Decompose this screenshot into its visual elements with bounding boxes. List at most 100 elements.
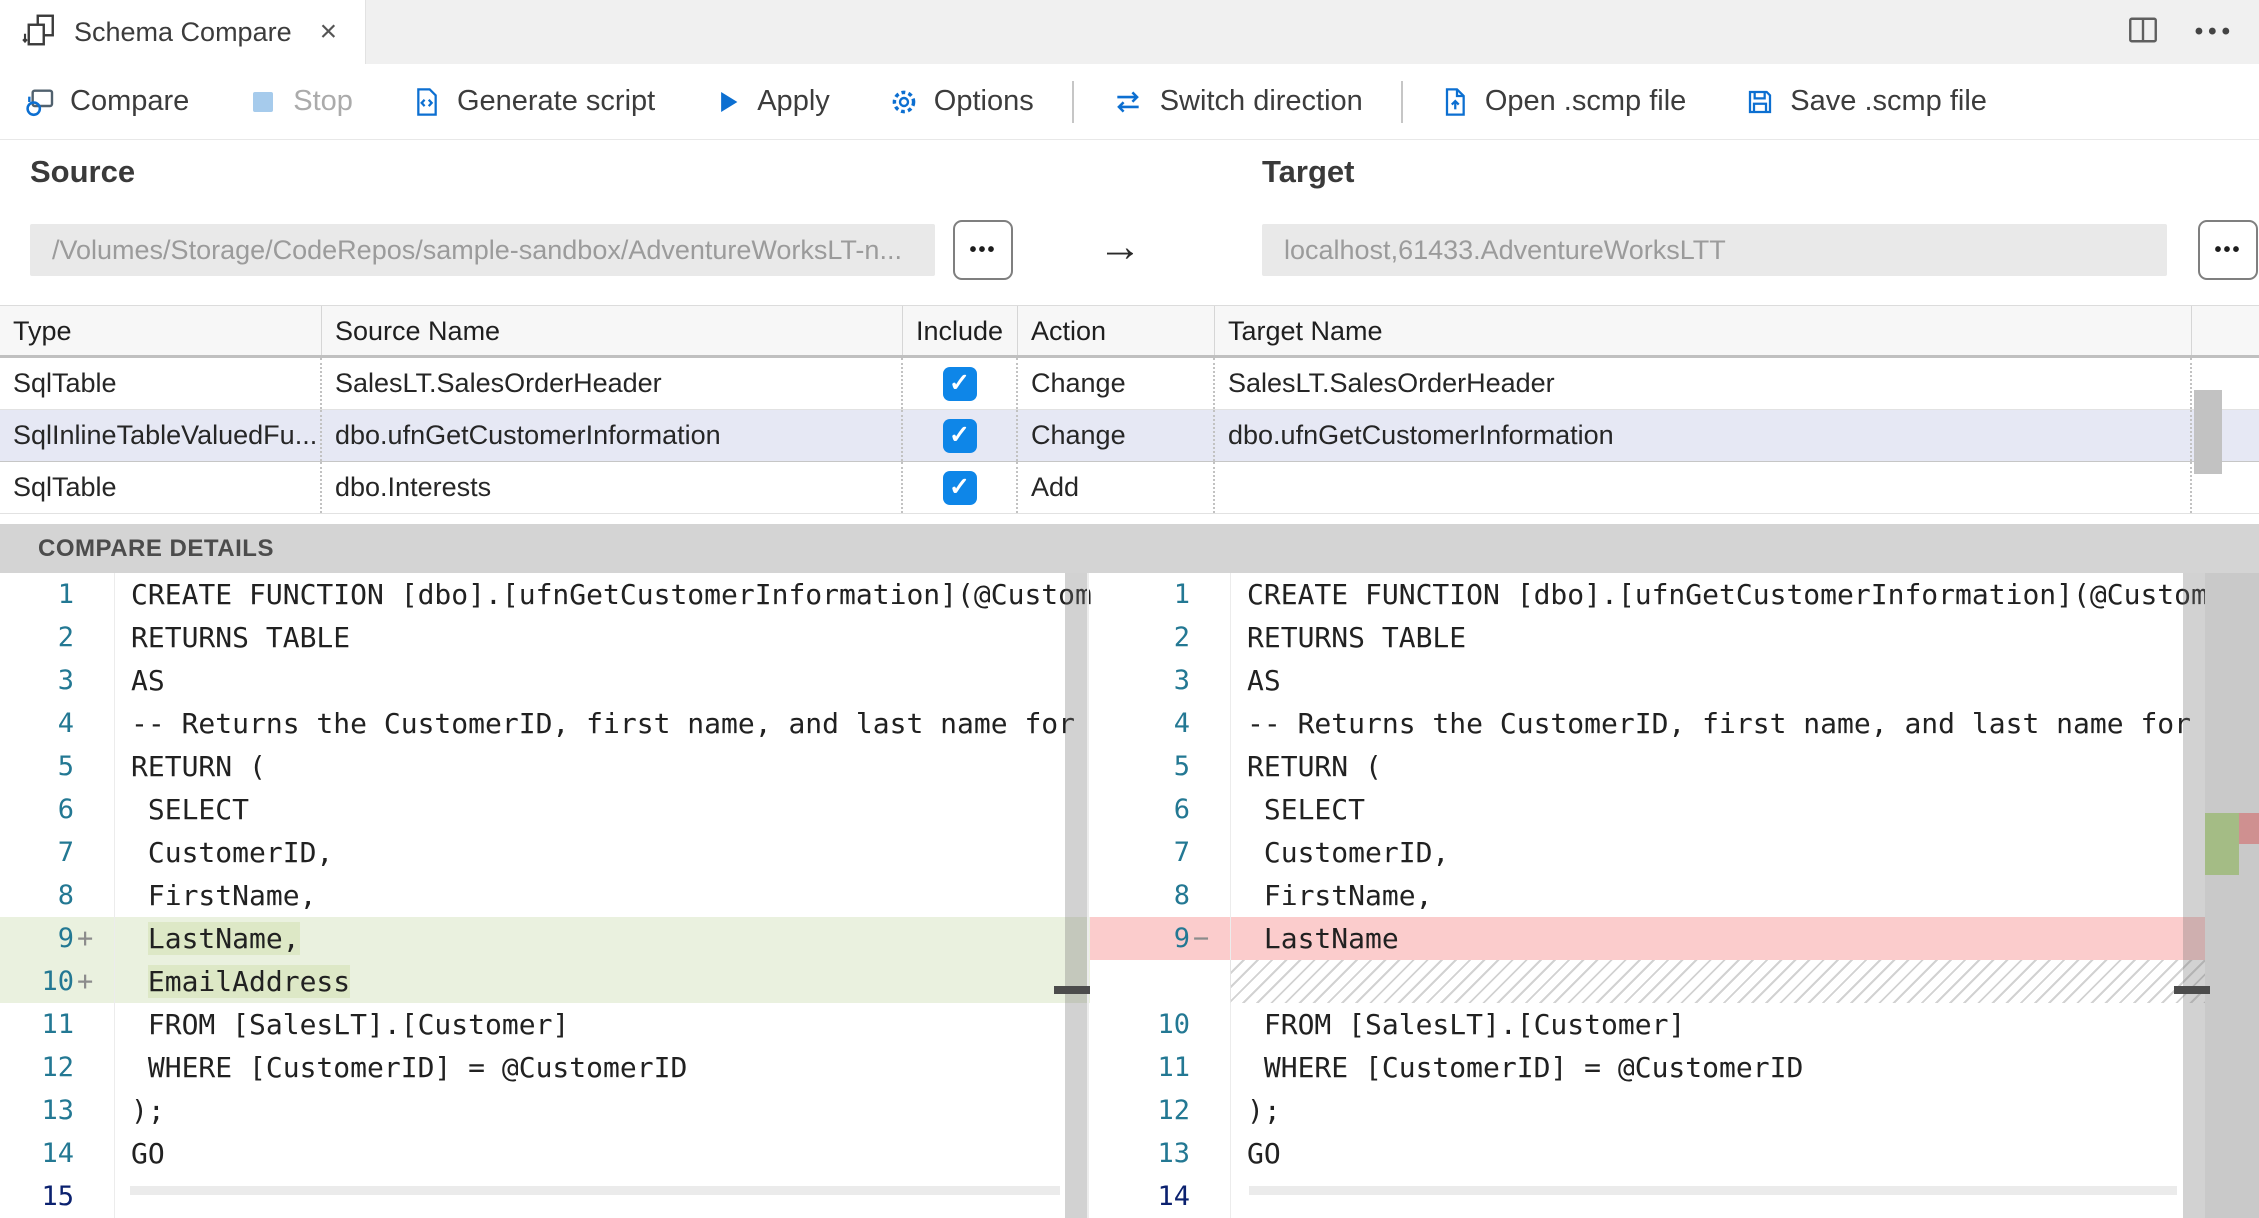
cell-target-name: SalesLT.SalesOrderHeader [1215,358,2192,409]
column-header-target-name[interactable]: Target Name [1215,306,2192,355]
table-row[interactable]: SqlTable dbo.Interests ✓ Add [0,462,2259,514]
line-number: 9 [1173,923,1190,954]
apply-button[interactable]: Apply [713,85,830,118]
code-line: 14 [1090,1175,2205,1218]
include-checkbox[interactable]: ✓ [942,366,977,401]
schema-compare-icon [22,12,58,53]
split-editor-icon[interactable] [2125,12,2161,53]
code-line: 7 CustomerID, [1090,831,2205,874]
line-number: 11 [1157,1052,1190,1083]
generate-script-button[interactable]: Generate script [411,85,655,118]
include-checkbox[interactable]: ✓ [942,418,977,453]
diff-marker [1190,874,1230,917]
line-number: 1 [57,579,74,610]
line-number: 7 [1173,837,1190,868]
switch-direction-icon [1110,86,1146,118]
code-line: 13 GO [1090,1132,2205,1175]
source-horizontal-scrollbar[interactable] [130,1186,1060,1195]
diff-spacer-row [1090,960,2205,1003]
options-gear-icon [888,86,920,118]
table-row[interactable]: SqlTable SalesLT.SalesOrderHeader ✓ Change S… [0,358,2259,410]
line-number: 12 [41,1052,74,1083]
stop-button: Stop [247,85,353,118]
column-header-type[interactable]: Type [0,306,322,355]
tab-bar: Schema Compare × ••• [0,0,2259,64]
cell-type: SqlInlineTableValuedFu... [0,410,322,461]
code-line: 6 SELECT [1090,788,2205,831]
inserted-text-highlight: EmailAddress [147,965,351,998]
diff-marker [74,831,114,874]
compare-label: Compare [70,85,190,117]
code-text: GO [114,1132,1092,1175]
line-number: 8 [1173,880,1190,911]
switch-direction-button[interactable]: Switch direction [1110,85,1363,118]
code-text: RETURN ( [114,745,1092,788]
cell-action: Add [1018,462,1215,513]
stop-icon [247,86,279,118]
source-input[interactable]: /Volumes/Storage/CodeRepos/sample-sandbo… [30,224,935,276]
diff-marker [1190,1175,1230,1218]
target-input[interactable]: localhost,61433.AdventureWorksLTT [1262,224,2167,276]
cell-source-name: dbo.Interests [322,462,903,513]
line-number: 2 [57,622,74,653]
line-number: 6 [1173,794,1190,825]
target-editor-scrollbar[interactable] [2183,573,2205,1218]
spacer-hatch [1230,960,2205,1003]
code-line: 11 FROM [SalesLT].[Customer] [0,1003,1092,1046]
grid-header-row: Type Source Name Include Action Target Name [0,306,2259,358]
code-line: 9− LastName [1090,917,2205,960]
code-line: 3 AS [1090,659,2205,702]
open-file-icon [1439,86,1471,118]
generate-script-icon [411,86,443,118]
diff-marker [1190,788,1230,831]
diff-pane-divider [1087,573,1089,1218]
code-line: 12); [1090,1089,2205,1132]
column-header-include[interactable]: Include [903,306,1018,355]
target-browse-button[interactable]: ••• [2198,220,2258,280]
diff-target-editor[interactable]: 1 CREATE FUNCTION [dbo].[ufnGetCustomerIn… [1090,573,2205,1218]
source-browse-button[interactable]: ••• [953,220,1013,280]
schema-compare-toolbar: Compare Stop Generate script Apply Options Sw… [0,64,2259,140]
code-text: CREATE FUNCTION [dbo].[ufnGetCustomerInf… [114,573,1092,616]
line-number: 8 [57,880,74,911]
code-line: 8 FirstName, [0,874,1092,917]
code-line: 9 + LastName, [0,917,1092,960]
compare-button[interactable]: Compare [24,85,189,118]
schema-compare-window: Schema Compare × ••• Compare Stop Generate… [0,0,2259,1218]
compare-icon [24,86,56,118]
code-line: 4 -- Returns the CustomerID, first name, … [1090,702,2205,745]
open-scmp-button[interactable]: Open .scmp file [1439,85,1686,118]
save-file-icon [1744,86,1776,118]
code-line: 15 [0,1175,1092,1218]
code-line: 3 AS [0,659,1092,702]
options-button[interactable]: Options [888,85,1034,118]
code-text: ); [1230,1089,2205,1132]
code-line: 6 SELECT [0,788,1092,831]
more-actions-icon[interactable]: ••• [2195,18,2235,46]
source-editor-scrollbar[interactable] [1065,573,1087,1218]
code-text: SELECT [114,788,1092,831]
save-scmp-button[interactable]: Save .scmp file [1744,85,1987,118]
line-number: 14 [41,1138,74,1169]
options-label: Options [933,85,1034,117]
save-scmp-label: Save .scmp file [1790,85,1987,117]
table-row[interactable]: SqlInlineTableValuedFu... dbo.ufnGetCusto… [0,410,2259,462]
column-header-source-name[interactable]: Source Name [322,306,903,355]
target-horizontal-scrollbar[interactable] [1249,1186,2177,1195]
grid-vertical-scrollbar[interactable] [2194,390,2222,474]
cell-include: ✓ [903,410,1018,461]
diff-marker [1190,1046,1230,1089]
tab-schema-compare[interactable]: Schema Compare × [0,0,367,64]
diff-marker [1190,831,1230,874]
diff-overview-ruler[interactable] [2205,573,2259,1218]
code-text: FirstName, [114,874,1092,917]
code-line: 10 + EmailAddress [0,960,1092,1003]
diff-source-editor[interactable]: 1 CREATE FUNCTION [dbo].[ufnGetCustomerIn… [0,573,1092,1218]
line-number: 13 [1157,1138,1190,1169]
source-label: Source [30,154,136,189]
column-header-action[interactable]: Action [1018,306,1215,355]
diff-marker [1190,1089,1230,1132]
include-checkbox[interactable]: ✓ [942,470,977,505]
tab-close-icon[interactable]: × [320,17,338,47]
line-number: 5 [57,751,74,782]
